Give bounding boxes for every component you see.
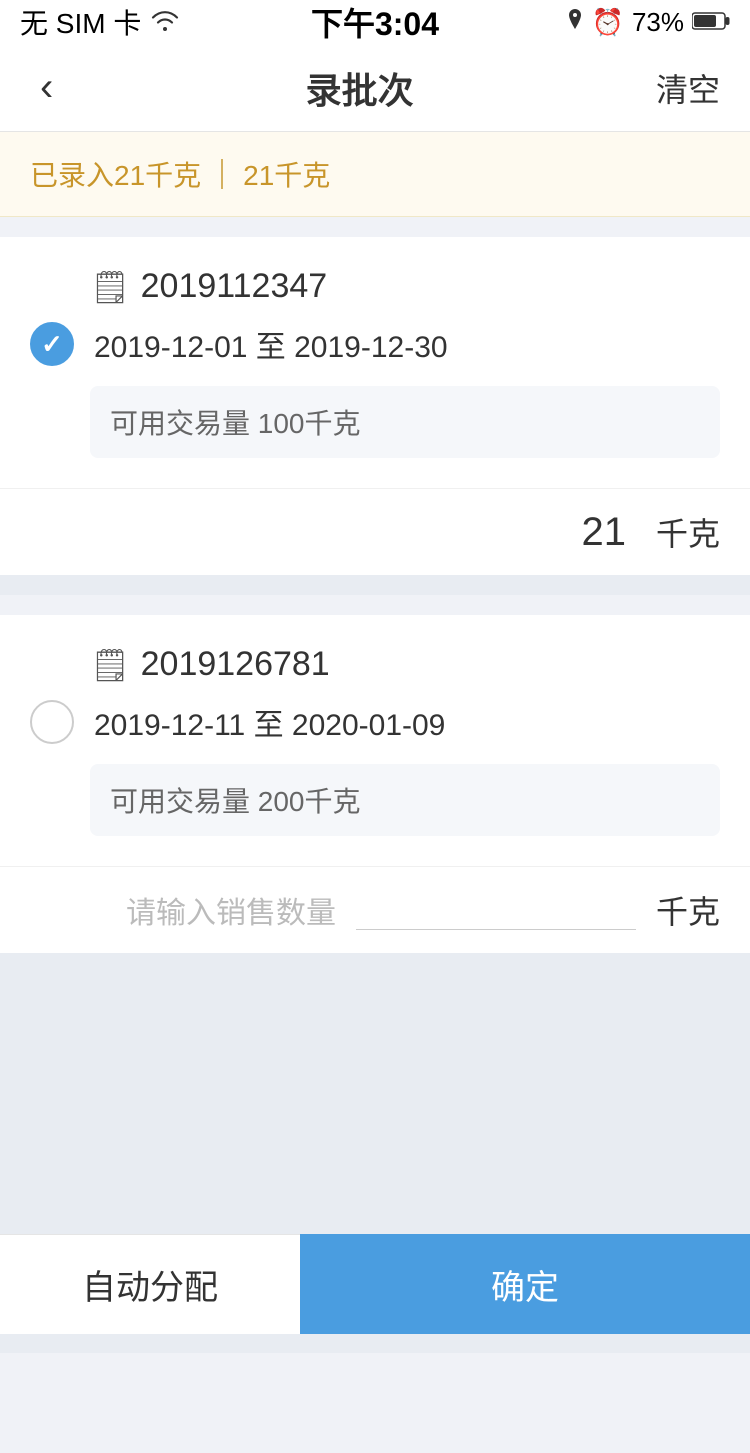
batch-1-qty-unit: 千克	[656, 509, 720, 555]
info-banner: 已录入21千克 21千克	[0, 132, 750, 217]
batch-2-date-row[interactable]: 2019-12-11 至 2020-01-09	[30, 700, 720, 744]
batch-2-underline	[356, 890, 636, 930]
batch-1-id-row: 🗒 2019112347	[30, 267, 720, 306]
confirm-button[interactable]: 确定	[300, 1234, 750, 1334]
page-title: 录批次	[306, 62, 414, 114]
batch-2-id: 2019126781	[141, 645, 330, 684]
batch-2-date: 2019-12-11 至 2020-01-09	[94, 700, 445, 744]
no-sim-text: 无 SIM 卡	[20, 2, 141, 42]
batch-2-qty-row: 请输入销售数量 千克	[0, 866, 750, 953]
batch-2-id-row: 🗒 2019126781	[30, 645, 720, 684]
auto-distribute-button[interactable]: 自动分配	[0, 1234, 300, 1334]
section-separator-1	[0, 575, 750, 595]
back-button[interactable]: ‹	[30, 55, 63, 120]
batch-1-date-row[interactable]: 2019-12-01 至 2019-12-30	[30, 322, 720, 366]
batch-2-available-qty: 可用交易量 200千克	[90, 764, 720, 836]
batch-card-2: 🗒 2019126781 2019-12-11 至 2020-01-09 可用交…	[0, 615, 750, 953]
status-left: 无 SIM 卡	[20, 2, 179, 42]
nav-bar: ‹ 录批次 清空	[0, 44, 750, 132]
batch-icon-1: 🗒	[90, 268, 131, 306]
batch-card-1-inner: 🗒 2019112347 2019-12-01 至 2019-12-30 可用交…	[0, 237, 750, 488]
recorded-qty-value: 21千克	[243, 154, 330, 194]
batch-2-qty-unit: 千克	[656, 887, 720, 933]
batch-1-id: 2019112347	[141, 267, 328, 306]
status-bar: 无 SIM 卡 下午3:04 ⏰ 73%	[0, 0, 750, 44]
batch-card-1: 🗒 2019112347 2019-12-01 至 2019-12-30 可用交…	[0, 237, 750, 575]
alarm-icon: ⏰	[592, 7, 624, 38]
clear-button[interactable]: 清空	[656, 65, 720, 111]
batch-card-2-inner: 🗒 2019126781 2019-12-11 至 2020-01-09 可用交…	[0, 615, 750, 866]
batch-1-qty-row: 21 千克	[0, 488, 750, 575]
batch-1-qty-value: 21	[581, 510, 626, 555]
batch-icon-2: 🗒	[90, 646, 131, 684]
battery-text: 73%	[632, 7, 684, 38]
batch-1-date: 2019-12-01 至 2019-12-30	[94, 322, 448, 366]
bottom-buttons: 自动分配 确定	[0, 1234, 750, 1334]
status-time: 下午3:04	[311, 0, 439, 45]
location-icon	[566, 7, 584, 38]
batch-2-radio[interactable]	[30, 700, 74, 744]
banner-divider	[221, 159, 223, 189]
battery-icon	[692, 7, 730, 38]
recorded-qty-label: 已录入21千克	[30, 154, 201, 194]
wifi-icon	[151, 6, 179, 38]
batch-2-placeholder-text: 请输入销售数量	[126, 888, 336, 932]
batch-1-radio[interactable]	[30, 322, 74, 366]
batch-1-available-qty: 可用交易量 100千克	[90, 386, 720, 458]
status-right: ⏰ 73%	[566, 7, 730, 38]
